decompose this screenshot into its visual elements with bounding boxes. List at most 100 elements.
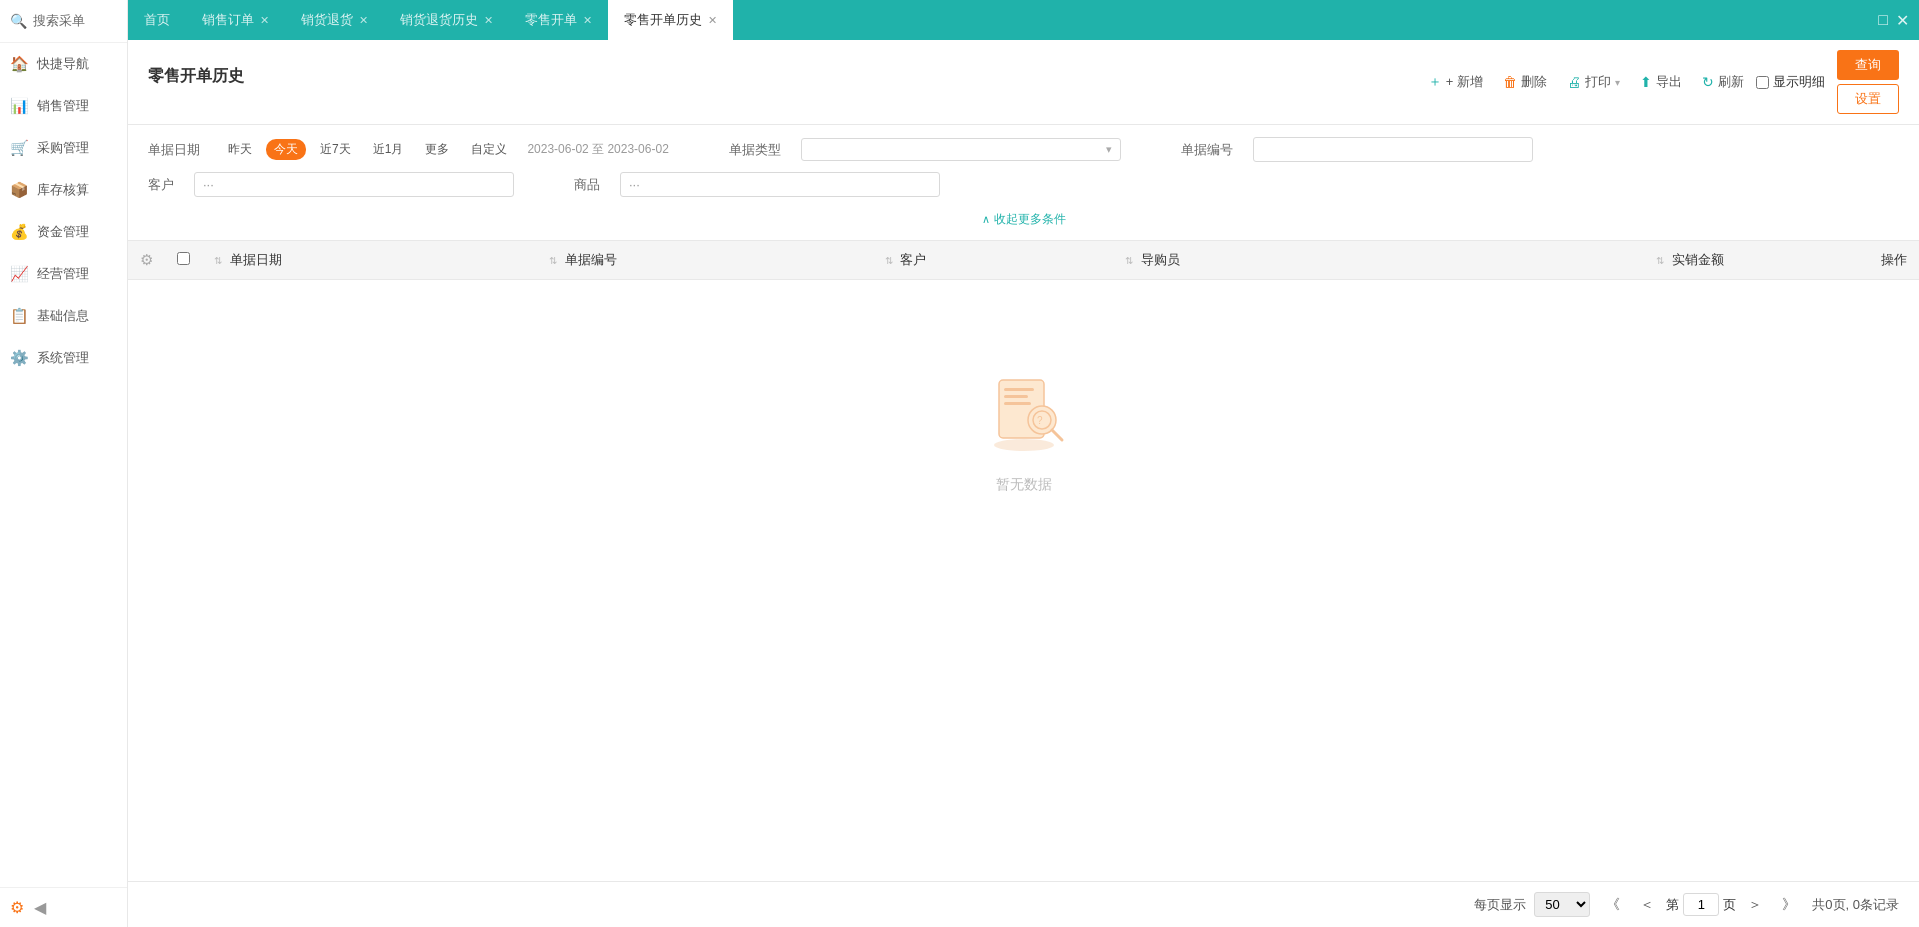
first-page-button[interactable]: 《	[1598, 893, 1628, 917]
delete-button[interactable]: 🗑 删除	[1495, 69, 1555, 95]
empty-illustration: ?	[974, 360, 1074, 460]
filter-row-2: 客户 ··· 商品 ···	[148, 172, 1899, 197]
prev-page-button[interactable]: ＜	[1632, 893, 1662, 917]
page-suffix: 页	[1723, 896, 1736, 914]
tab-sales-order-close-icon[interactable]: ✕	[260, 14, 269, 27]
query-button[interactable]: 查询	[1837, 50, 1899, 80]
tab-home-label: 首页	[144, 11, 170, 29]
display-detail-toggle[interactable]: 显示明细	[1756, 73, 1825, 91]
sys-mgmt-icon: ⚙️	[10, 349, 29, 367]
date-filter-buttons: 昨天 今天 近7天 近1月 更多 自定义 2023-06-02 至 2023-0…	[220, 139, 669, 160]
th-checkbox[interactable]	[165, 241, 202, 280]
select-all-checkbox[interactable]	[177, 252, 190, 265]
tabs-bar: 首页销售订单✕销货退货✕销货退货历史✕零售开单✕零售开单历史✕ □ ✕	[128, 0, 1919, 40]
tab-retail-open[interactable]: 零售开单✕	[509, 0, 608, 40]
collapse-sidebar-icon[interactable]: ◀	[34, 898, 46, 917]
customer-filter-select[interactable]: ···	[194, 172, 514, 197]
th-date[interactable]: ⇅ 单据日期	[202, 241, 537, 280]
date-btn-1month[interactable]: 近1月	[365, 139, 412, 160]
sidebar-item-quick-nav[interactable]: 🏠快捷导航	[0, 43, 127, 85]
th-guide[interactable]: ⇅ 导购员	[1113, 241, 1401, 280]
date-btn-yesterday[interactable]: 昨天	[220, 139, 260, 160]
filter-area: 单据日期 昨天 今天 近7天 近1月 更多 自定义 2023-06-02 至 2…	[128, 125, 1919, 241]
sidebar-item-finance[interactable]: 💰资金管理	[0, 211, 127, 253]
sidebar-item-operations[interactable]: 📈 经营管理	[0, 253, 127, 295]
date-filter-label: 单据日期	[148, 141, 200, 159]
th-amount-label: 实销金额	[1672, 252, 1724, 267]
add-icon: ＋	[1428, 73, 1442, 91]
sidebar-item-inventory[interactable]: 📦库存核算	[0, 169, 127, 211]
add-label: + 新增	[1446, 73, 1483, 91]
date-btn-today[interactable]: 今天	[266, 139, 306, 160]
sidebar-nav: 🏠快捷导航 📊 销售管理 🛒 采购管理 📦库存核算💰资金管理 📈 经营管理 📋基础信息 ⚙️ 系统管…	[0, 43, 127, 887]
type-filter-arrow: ▾	[1106, 143, 1112, 156]
refresh-button[interactable]: ↻ 刷新	[1694, 69, 1752, 95]
purchase-mgmt-icon: 🛒	[10, 139, 29, 157]
goods-filter-dots: ···	[629, 177, 640, 192]
tab-sales-return-history-close-icon[interactable]: ✕	[484, 14, 493, 27]
customer-filter-label: 客户	[148, 176, 174, 194]
sidebar-search[interactable]: 🔍 搜索采单	[0, 0, 127, 43]
header-toolbar: 零售开单历史 ＋ + 新增 🗑 删除 🖨 打印 ▾ ⬆ 导出 ↻ 刷新	[128, 40, 1919, 125]
last-page-button[interactable]: 》	[1774, 893, 1804, 917]
th-customer[interactable]: ⇅ 客户	[873, 241, 1113, 280]
tab-home[interactable]: 首页	[128, 0, 186, 40]
next-page-button[interactable]: ＞	[1740, 893, 1770, 917]
per-page-select[interactable]: 50 10 20 100	[1534, 892, 1590, 917]
table-settings-gear-icon[interactable]: ⚙	[140, 251, 153, 268]
tab-retail-open-close-icon[interactable]: ✕	[583, 14, 592, 27]
sidebar-item-sys-mgmt-label: 系统管理	[37, 349, 89, 367]
th-actions: 操作	[1736, 241, 1919, 280]
tab-sales-return-history[interactable]: 销货退货历史✕	[384, 0, 509, 40]
tab-sales-order[interactable]: 销售订单✕	[186, 0, 285, 40]
export-icon: ⬆	[1640, 74, 1652, 90]
th-number[interactable]: ⇅ 单据编号	[537, 241, 872, 280]
sidebar-item-sales-mgmt-label: 销售管理	[37, 97, 89, 115]
display-detail-checkbox[interactable]	[1756, 76, 1769, 89]
sidebar: 🔍 搜索采单 🏠快捷导航 📊 销售管理 🛒 采购管理 📦库存核算💰资金管理 📈 经营管理 📋基础…	[0, 0, 128, 927]
sidebar-item-purchase-mgmt[interactable]: 🛒 采购管理	[0, 127, 127, 169]
number-filter-label: 单据编号	[1181, 141, 1233, 159]
th-date-label: 单据日期	[230, 252, 282, 267]
collapse-filter-bar[interactable]: ∧ 收起更多条件	[148, 207, 1899, 228]
svg-point-0	[994, 439, 1054, 451]
type-filter-label: 单据类型	[729, 141, 781, 159]
sidebar-search-label: 搜索采单	[33, 12, 85, 30]
date-btn-custom[interactable]: 自定义	[463, 139, 515, 160]
sort-date-icon: ⇅	[214, 255, 222, 266]
type-filter-select[interactable]: ▾	[801, 138, 1121, 161]
refresh-label: 刷新	[1718, 73, 1744, 91]
page-number-input[interactable]	[1683, 893, 1719, 916]
data-table: ⚙ ⇅ 单据日期 ⇅ 单据编号 ⇅ 客户	[128, 241, 1919, 280]
sidebar-item-purchase-mgmt-label: 采购管理	[37, 139, 89, 157]
th-settings[interactable]: ⚙	[128, 241, 165, 280]
goods-filter-select[interactable]: ···	[620, 172, 940, 197]
tab-retail-open-history-close-icon[interactable]: ✕	[708, 14, 717, 27]
print-dropdown-icon[interactable]: ▾	[1615, 77, 1620, 88]
settings-footer-icon[interactable]: ⚙	[10, 898, 24, 917]
svg-rect-3	[1004, 395, 1028, 398]
add-button[interactable]: ＋ + 新增	[1420, 69, 1491, 95]
sidebar-item-operations-label: 经营管理	[37, 265, 89, 283]
date-btn-more[interactable]: 更多	[417, 139, 457, 160]
date-btn-7days[interactable]: 近7天	[312, 139, 359, 160]
close-window-icon[interactable]: ✕	[1896, 11, 1909, 30]
restore-window-icon[interactable]: □	[1878, 11, 1888, 29]
tab-retail-open-history[interactable]: 零售开单历史✕	[608, 0, 733, 40]
sales-mgmt-icon: 📊	[10, 97, 29, 115]
tab-sales-return[interactable]: 销货退货✕	[285, 0, 384, 40]
sidebar-item-sales-mgmt[interactable]: 📊 销售管理	[0, 85, 127, 127]
export-button[interactable]: ⬆ 导出	[1632, 69, 1690, 95]
settings-button[interactable]: 设置	[1837, 84, 1899, 114]
sidebar-item-sys-mgmt[interactable]: ⚙️ 系统管理	[0, 337, 127, 379]
number-filter-input[interactable]	[1253, 137, 1533, 162]
basic-info-icon: 📋	[10, 307, 29, 325]
print-button[interactable]: 🖨 打印 ▾	[1559, 69, 1628, 95]
operations-icon: 📈	[10, 265, 29, 283]
sidebar-item-basic-info[interactable]: 📋基础信息	[0, 295, 127, 337]
th-amount[interactable]: ⇅ 实销金额	[1401, 241, 1736, 280]
tab-sales-return-close-icon[interactable]: ✕	[359, 14, 368, 27]
th-actions-label: 操作	[1881, 252, 1907, 267]
export-label: 导出	[1656, 73, 1682, 91]
svg-line-6	[1052, 430, 1062, 440]
